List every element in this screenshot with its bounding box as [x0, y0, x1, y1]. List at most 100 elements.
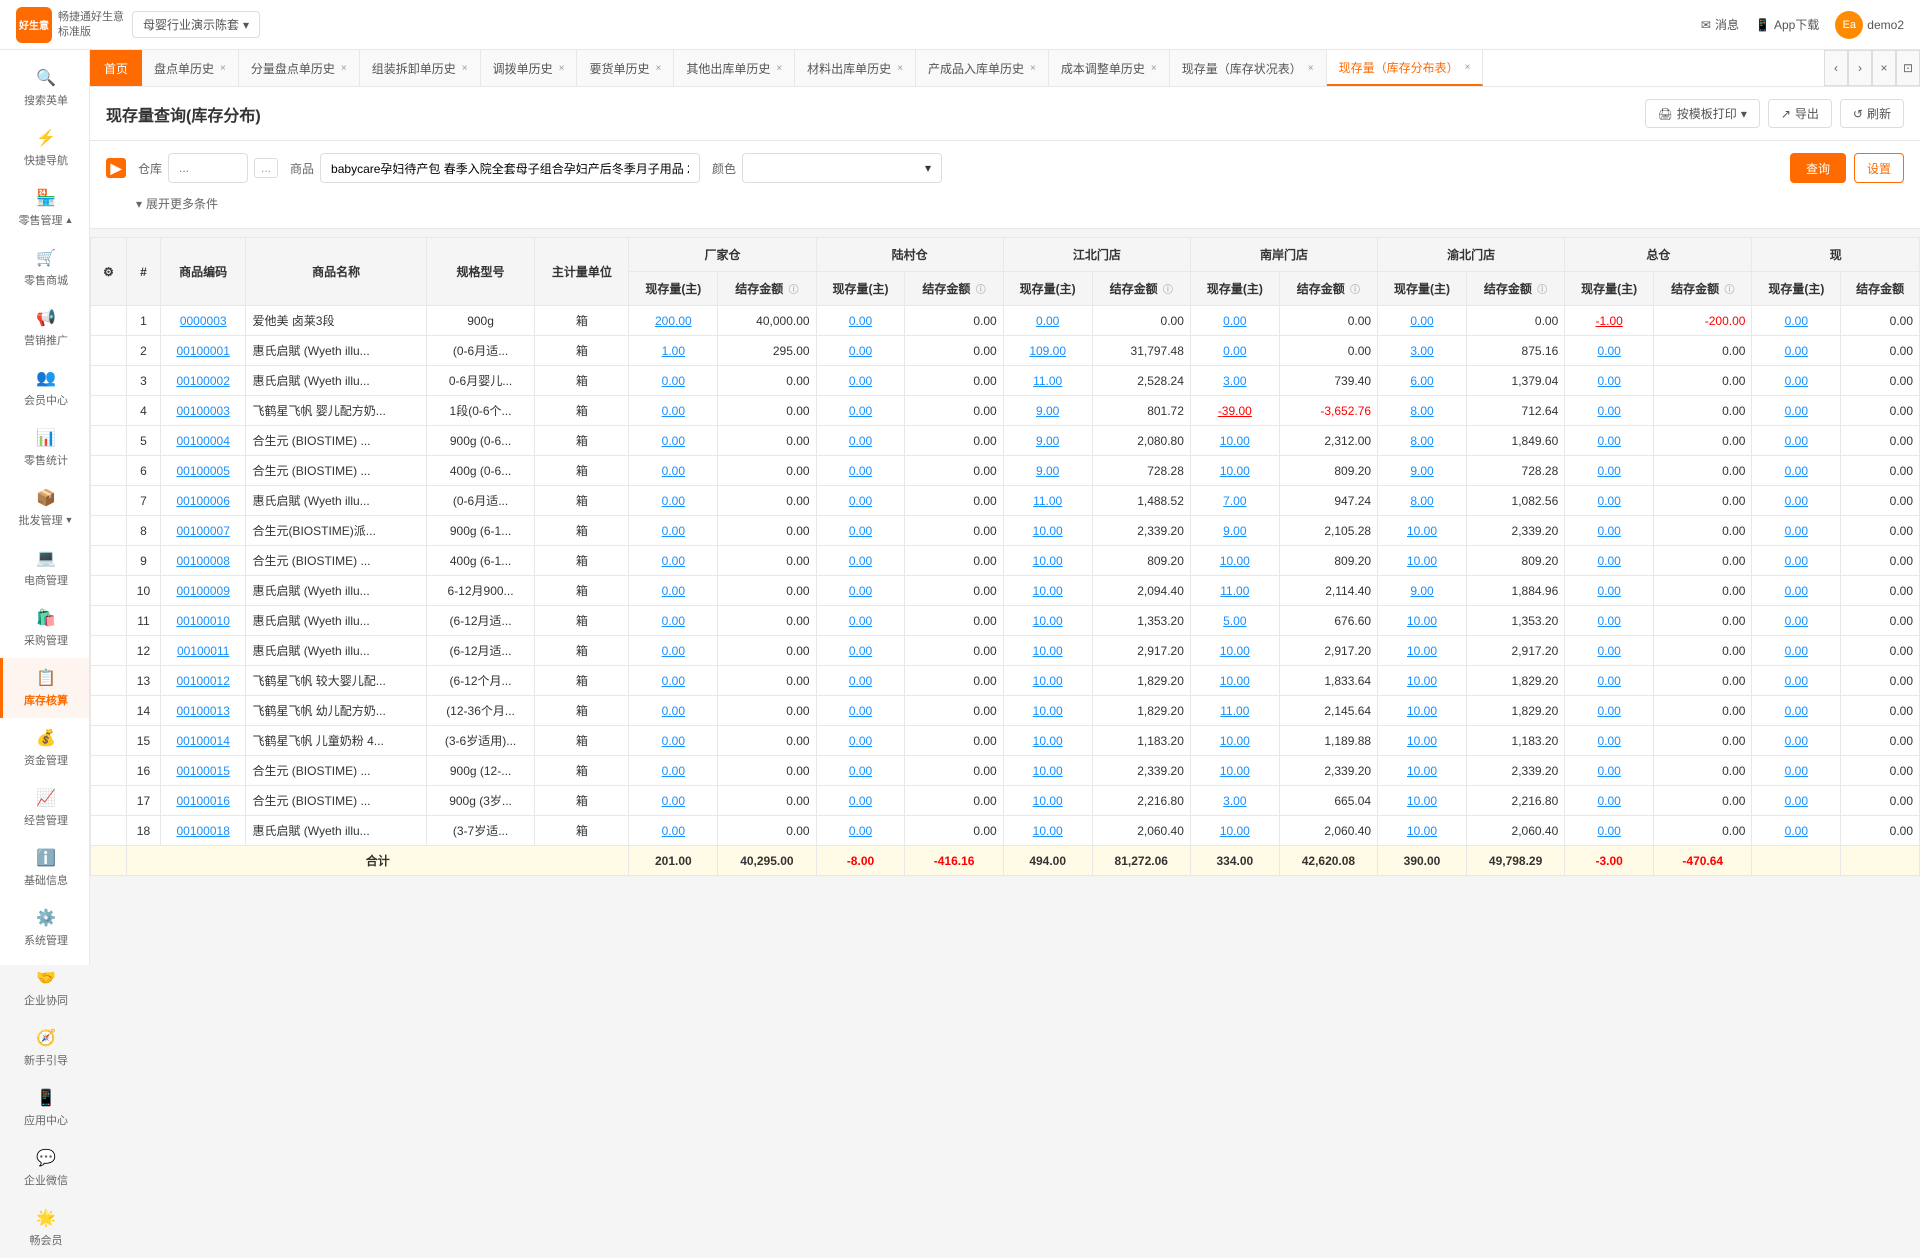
cell-value[interactable]: 0.00: [1785, 674, 1808, 688]
cell-value[interactable]: 10.00: [1407, 554, 1437, 568]
cell-value[interactable]: 8.00: [1410, 494, 1433, 508]
cell-value[interactable]: 7.00: [1223, 494, 1246, 508]
cell-value[interactable]: 0.00: [1598, 434, 1621, 448]
filter-expand-btn[interactable]: ▶: [106, 158, 126, 178]
tab-prev-btn[interactable]: ‹: [1824, 50, 1848, 86]
cell-value[interactable]: 0.00: [1598, 824, 1621, 838]
cell-value[interactable]: 9.00: [1036, 434, 1059, 448]
cell-value[interactable]: 0.00: [1785, 494, 1808, 508]
tab-expand-btn[interactable]: ⊡: [1896, 50, 1920, 86]
print-btn[interactable]: 🖨 按模板打印 ▾: [1645, 99, 1760, 128]
cell-value[interactable]: 0.00: [849, 764, 872, 778]
expand-filter-btn[interactable]: ▾ 展开更多条件: [136, 191, 1904, 216]
close-icon[interactable]: ×: [559, 63, 565, 74]
cell-value[interactable]: 6.00: [1410, 374, 1433, 388]
cell-value[interactable]: 0.00: [1785, 584, 1808, 598]
cell-value[interactable]: 0.00: [1785, 374, 1808, 388]
cell-value[interactable]: 0.00: [1598, 494, 1621, 508]
cell-value[interactable]: 10.00: [1033, 764, 1063, 778]
cell-value[interactable]: 10.00: [1220, 674, 1250, 688]
cell-value[interactable]: 10.00: [1407, 614, 1437, 628]
sidebar-item-mall[interactable]: 🛒 零售商城: [0, 238, 89, 298]
industry-selector[interactable]: 母婴行业演示陈套 ▾: [132, 11, 260, 38]
cell-value[interactable]: 0.00: [662, 734, 685, 748]
sidebar-item-member[interactable]: 👥 会员中心: [0, 358, 89, 418]
sidebar-item-basic[interactable]: ℹ️ 基础信息: [0, 838, 89, 898]
cell-value[interactable]: -39.00: [1218, 404, 1252, 418]
cell-value[interactable]: 200.00: [655, 314, 692, 328]
cell-value[interactable]: 0.00: [849, 704, 872, 718]
cell-value[interactable]: 0.00: [1410, 314, 1433, 328]
warehouse-input[interactable]: [168, 153, 248, 183]
cell-value[interactable]: 0.00: [662, 704, 685, 718]
cell-value[interactable]: 9.00: [1036, 464, 1059, 478]
cell-value[interactable]: 10.00: [1407, 824, 1437, 838]
cell-value[interactable]: 10.00: [1407, 674, 1437, 688]
cell-value[interactable]: 10.00: [1220, 764, 1250, 778]
sidebar-item-retail[interactable]: 🏪 零售管理 ▲: [0, 178, 89, 238]
cell-value[interactable]: 0.00: [1036, 314, 1059, 328]
cell-value[interactable]: 109.00: [1029, 344, 1066, 358]
message-btn[interactable]: ✉ 消息: [1701, 16, 1739, 33]
cell-value[interactable]: 0.00: [1785, 824, 1808, 838]
refresh-btn[interactable]: ↺ 刷新: [1840, 99, 1904, 128]
close-icon[interactable]: ×: [897, 63, 903, 74]
cell-value[interactable]: 0.00: [849, 734, 872, 748]
cell-value[interactable]: 0.00: [849, 344, 872, 358]
cell-value[interactable]: 10.00: [1033, 734, 1063, 748]
cell-value[interactable]: 0.00: [1598, 464, 1621, 478]
tab-next-btn[interactable]: ›: [1848, 50, 1872, 86]
tab-assemble-history[interactable]: 组装拆卸单历史 ×: [360, 50, 481, 86]
cell-value[interactable]: 0.00: [849, 584, 872, 598]
cell-value[interactable]: 0.00: [662, 824, 685, 838]
cell-value[interactable]: 0.00: [662, 644, 685, 658]
cell-value[interactable]: 3.00: [1410, 344, 1433, 358]
cell-value[interactable]: 10.00: [1220, 824, 1250, 838]
cell-value[interactable]: 0.00: [1785, 614, 1808, 628]
cell-value[interactable]: 10.00: [1407, 704, 1437, 718]
cell-value[interactable]: 00100013: [176, 704, 229, 718]
cell-value[interactable]: 10.00: [1407, 524, 1437, 538]
cell-value[interactable]: 0.00: [849, 824, 872, 838]
cell-value[interactable]: 0.00: [1785, 464, 1808, 478]
sidebar-item-inventory[interactable]: 📋 库存核算: [0, 658, 89, 718]
cell-value[interactable]: 10.00: [1033, 524, 1063, 538]
th-settings[interactable]: ⚙: [91, 238, 127, 306]
tab-material-out-history[interactable]: 材料出库单历史 ×: [795, 50, 916, 86]
sidebar-item-ecommerce[interactable]: 💻 电商管理: [0, 538, 89, 598]
cell-value[interactable]: 0.00: [662, 764, 685, 778]
cell-value[interactable]: 0.00: [849, 314, 872, 328]
cell-value[interactable]: 10.00: [1407, 644, 1437, 658]
setting-btn[interactable]: 设置: [1854, 153, 1904, 183]
cell-value[interactable]: 0.00: [662, 374, 685, 388]
close-icon[interactable]: ×: [776, 63, 782, 74]
cell-value[interactable]: 0.00: [1598, 554, 1621, 568]
cell-value[interactable]: 00100001: [176, 344, 229, 358]
cell-value[interactable]: 00100006: [176, 494, 229, 508]
cell-value[interactable]: 0.00: [1785, 554, 1808, 568]
cell-value[interactable]: 11.00: [1220, 704, 1249, 718]
cell-value[interactable]: 0.00: [849, 464, 872, 478]
cell-value[interactable]: 11.00: [1033, 374, 1062, 388]
sidebar-item-search[interactable]: 🔍 搜索英单: [0, 58, 89, 118]
cell-value[interactable]: 0.00: [662, 614, 685, 628]
cell-value[interactable]: 0.00: [849, 794, 872, 808]
cell-value[interactable]: 10.00: [1033, 674, 1063, 688]
cell-value[interactable]: 00100009: [176, 584, 229, 598]
cell-value[interactable]: 10.00: [1033, 614, 1063, 628]
cell-value[interactable]: 0.00: [662, 524, 685, 538]
cell-value[interactable]: 00100015: [176, 764, 229, 778]
cell-value[interactable]: 8.00: [1410, 404, 1433, 418]
warehouse-search-btn[interactable]: ...: [254, 158, 278, 178]
cell-value[interactable]: 0.00: [1785, 644, 1808, 658]
cell-value[interactable]: 3.00: [1223, 794, 1246, 808]
cell-value[interactable]: 0.00: [662, 404, 685, 418]
cell-value[interactable]: 0.00: [849, 524, 872, 538]
sidebar-item-system[interactable]: ⚙️ 系统管理: [0, 898, 89, 958]
cell-value[interactable]: 9.00: [1036, 404, 1059, 418]
tab-other-out-history[interactable]: 其他出库单历史 ×: [674, 50, 795, 86]
cell-value[interactable]: 0.00: [1598, 584, 1621, 598]
cell-value[interactable]: 0.00: [662, 584, 685, 598]
cell-value[interactable]: 0.00: [1785, 764, 1808, 778]
cell-value[interactable]: 00100018: [176, 824, 229, 838]
